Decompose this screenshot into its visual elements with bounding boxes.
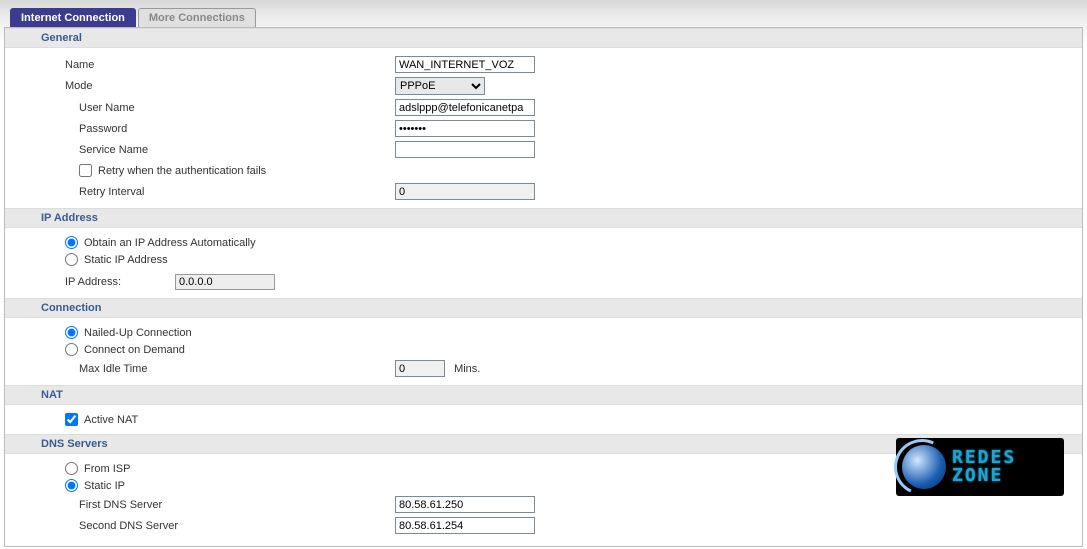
button-bar: Apply Reset Advanced Setup (5, 542, 1082, 547)
ip-static-label: Static IP Address (84, 254, 168, 266)
section-nat-body: Active NAT (5, 405, 1082, 434)
username-label: User Name (65, 102, 395, 114)
conn-demand-radio[interactable] (65, 343, 78, 356)
name-input[interactable] (395, 56, 535, 73)
second-dns-input[interactable] (395, 517, 535, 534)
section-general-header: General (5, 28, 1082, 48)
tab-internet-connection[interactable]: Internet Connection (10, 8, 136, 27)
max-idle-input (395, 360, 445, 377)
conn-demand-label: Connect on Demand (84, 344, 185, 356)
section-connection-header: Connection (5, 298, 1082, 318)
section-connection-body: Nailed-Up Connection Connect on Demand M… (5, 318, 1082, 385)
first-dns-input[interactable] (395, 496, 535, 513)
active-nat-checkbox[interactable] (65, 413, 78, 426)
tab-more-connections[interactable]: More Connections (138, 8, 256, 27)
retry-interval-input (395, 183, 535, 200)
section-general-body: Name Mode PPPoE User Name Password Servi… (5, 48, 1082, 208)
mode-label: Mode (65, 80, 395, 92)
max-idle-unit: Mins. (454, 363, 480, 375)
globe-icon (902, 445, 946, 489)
ip-address-input (175, 274, 275, 290)
ip-auto-label: Obtain an IP Address Automatically (84, 237, 256, 249)
ip-static-radio[interactable] (65, 253, 78, 266)
service-name-label: Service Name (65, 144, 395, 156)
password-input[interactable] (395, 120, 535, 137)
section-ip-body: Obtain an IP Address Automatically Stati… (5, 228, 1082, 298)
main-panel: General Name Mode PPPoE User Name Passwo… (4, 27, 1083, 547)
username-input[interactable] (395, 99, 535, 116)
first-dns-label: First DNS Server (65, 499, 395, 511)
retry-auth-label: Retry when the authentication fails (98, 165, 266, 177)
section-nat-header: NAT (5, 385, 1082, 405)
redeszone-logo: REDES ZONE (896, 438, 1064, 496)
service-name-input[interactable] (395, 141, 535, 158)
ip-address-label: IP Address: (65, 276, 175, 288)
retry-interval-label: Retry Interval (65, 186, 395, 198)
max-idle-label: Max Idle Time (65, 363, 395, 375)
name-label: Name (65, 59, 395, 71)
conn-nailed-label: Nailed-Up Connection (84, 327, 192, 339)
retry-auth-checkbox[interactable] (79, 164, 92, 177)
dns-isp-label: From ISP (84, 463, 130, 475)
mode-select[interactable]: PPPoE (395, 77, 485, 95)
dns-static-radio[interactable] (65, 479, 78, 492)
password-label: Password (65, 123, 395, 135)
logo-text: REDES ZONE (952, 449, 1016, 485)
ip-auto-radio[interactable] (65, 236, 78, 249)
conn-nailed-radio[interactable] (65, 326, 78, 339)
second-dns-label: Second DNS Server (65, 520, 395, 532)
dns-isp-radio[interactable] (65, 462, 78, 475)
tab-bar: Internet Connection More Connections (0, 0, 1087, 27)
active-nat-label: Active NAT (84, 414, 138, 426)
dns-static-label: Static IP (84, 480, 125, 492)
section-ip-header: IP Address (5, 208, 1082, 228)
